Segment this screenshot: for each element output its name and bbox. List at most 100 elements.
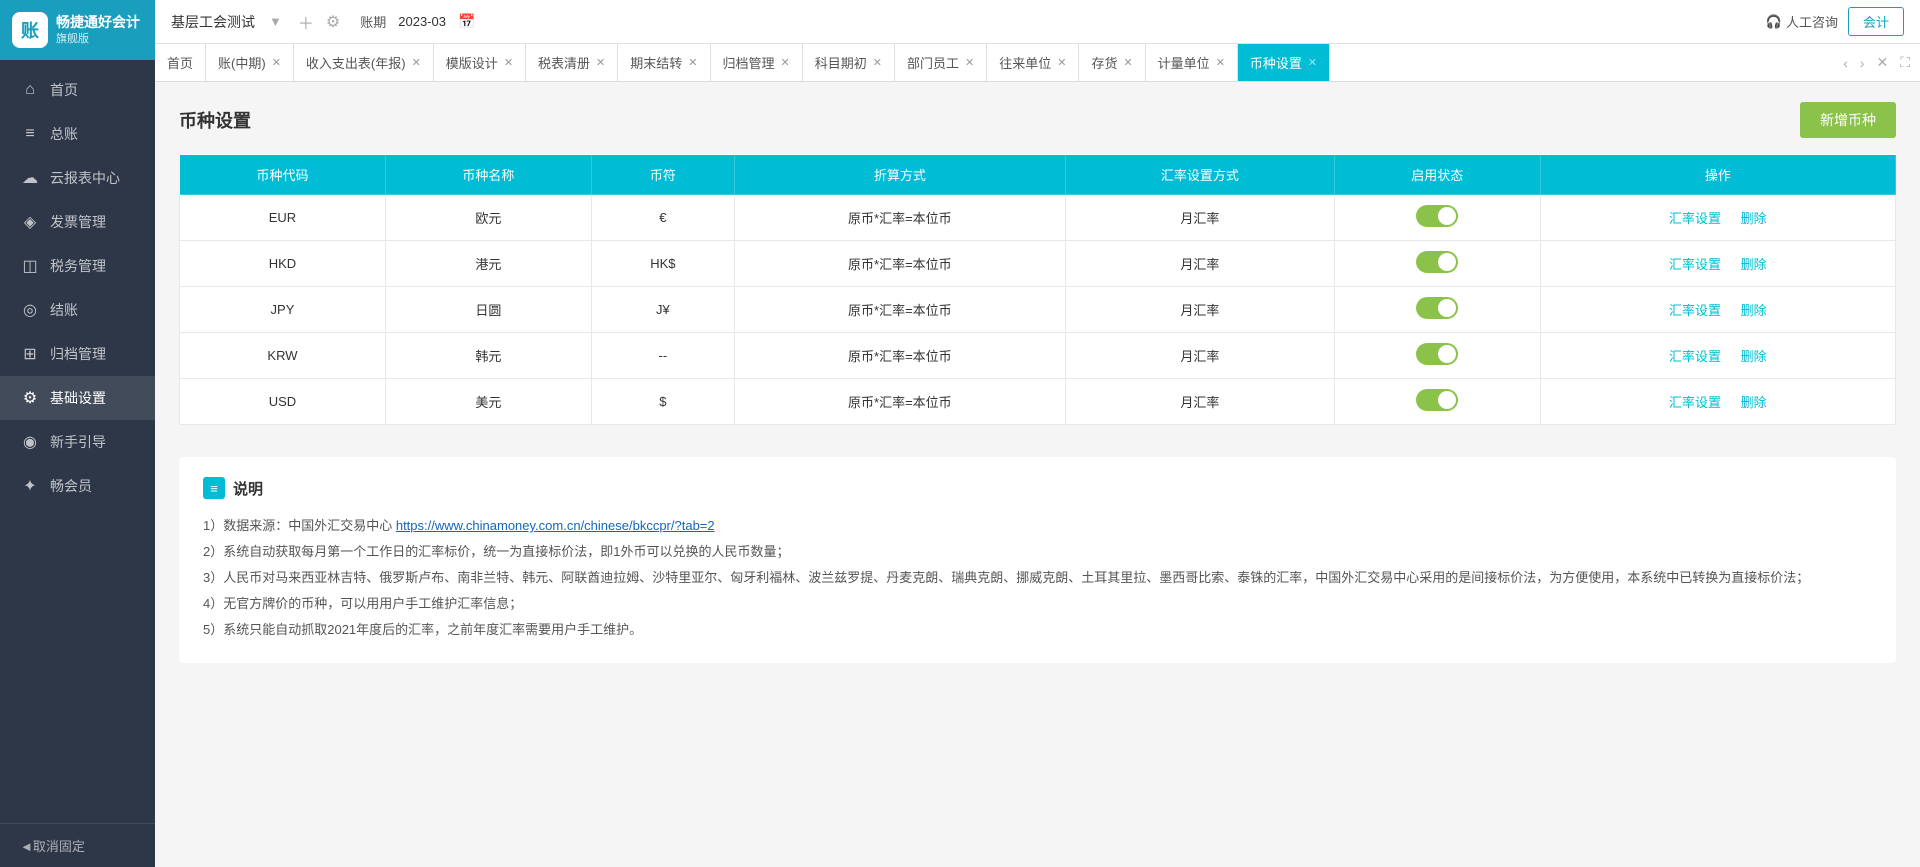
tab-inventory[interactable]: 存货 ✕ <box>1079 44 1145 82</box>
rate-setting-link[interactable]: 汇率设置 <box>1669 395 1721 410</box>
sidebar-item-tax[interactable]: ◫ 税务管理 <box>0 244 155 288</box>
tab-close-income[interactable]: ✕ <box>412 56 421 69</box>
sidebar-menu: ⌂ 首页 ≡ 总账 ☁ 云报表中心 ◈ 发票管理 ◫ 税务管理 ◎ 结账 ⊞ 归… <box>0 60 155 823</box>
tab-archive[interactable]: 归档管理 ✕ <box>711 44 803 82</box>
tab-tax[interactable]: 税表清册 ✕ <box>526 44 618 82</box>
tab-close-all-icon[interactable]: ✕ <box>1872 52 1892 73</box>
cell-status[interactable] <box>1334 379 1540 425</box>
delete-link[interactable]: 删除 <box>1741 395 1767 410</box>
tab-currency[interactable]: 币种设置 ✕ <box>1238 44 1330 82</box>
tab-close-unit[interactable]: ✕ <box>1216 56 1225 69</box>
toggle-enabled[interactable] <box>1416 297 1458 319</box>
cell-name: 欧元 <box>385 195 591 241</box>
notes-link[interactable]: https://www.chinamoney.com.cn/chinese/bk… <box>396 518 715 533</box>
sidebar-toggle-pin[interactable]: ◄取消固定 <box>0 823 155 867</box>
tab-close-period[interactable]: ✕ <box>272 56 281 69</box>
toggle-enabled[interactable] <box>1416 205 1458 227</box>
delete-link[interactable]: 删除 <box>1741 257 1767 272</box>
sidebar-item-ledger[interactable]: ≡ 总账 <box>0 112 155 156</box>
rate-setting-link[interactable]: 汇率设置 <box>1669 303 1721 318</box>
tab-close-inventory[interactable]: ✕ <box>1123 56 1132 69</box>
tab-close-tax[interactable]: ✕ <box>596 56 605 69</box>
toggle-track <box>1416 389 1458 411</box>
sidebar-item-guide[interactable]: ◉ 新手引导 <box>0 420 155 464</box>
account-button[interactable]: 会计 <box>1848 7 1904 36</box>
tab-prev-icon[interactable]: ‹ <box>1839 53 1852 73</box>
add-company-icon[interactable]: ＋ <box>298 10 314 34</box>
tab-period[interactable]: 账(中期) ✕ <box>206 44 294 82</box>
notes-icon: ≡ <box>203 477 225 499</box>
sidebar-item-member[interactable]: ✦ 畅会员 <box>0 464 155 508</box>
cell-status[interactable] <box>1334 287 1540 333</box>
support-button[interactable]: 🎧 人工咨询 <box>1766 12 1838 31</box>
toggle-enabled[interactable] <box>1416 251 1458 273</box>
sidebar-item-home[interactable]: ⌂ 首页 <box>0 68 155 112</box>
col-calc: 折算方式 <box>734 155 1065 195</box>
tab-dept[interactable]: 部门员工 ✕ <box>895 44 987 82</box>
toggle-track <box>1416 251 1458 273</box>
tab-bar: 首页 账(中期) ✕ 收入支出表(年报) ✕ 模版设计 ✕ 税表清册 ✕ 期末结… <box>155 44 1920 82</box>
page-title-row: 币种设置 新增币种 <box>179 102 1896 138</box>
delete-link[interactable]: 删除 <box>1741 303 1767 318</box>
app-logo-text: 畅捷通好会计 旗舰版 <box>56 14 140 47</box>
sidebar-logo: 账 畅捷通好会计 旗舰版 <box>0 0 155 60</box>
cell-symbol: J¥ <box>591 287 734 333</box>
settle-icon: ◎ <box>20 300 40 320</box>
tab-close-period-end[interactable]: ✕ <box>688 56 697 69</box>
cell-actions: 汇率设置 删除 <box>1540 287 1895 333</box>
tab-close-archive[interactable]: ✕ <box>781 56 790 69</box>
toggle-enabled[interactable] <box>1416 343 1458 365</box>
cell-status[interactable] <box>1334 241 1540 287</box>
tab-subject[interactable]: 科目期初 ✕ <box>803 44 895 82</box>
member-icon: ✦ <box>20 476 40 496</box>
tab-close-template[interactable]: ✕ <box>504 56 513 69</box>
rate-setting-link[interactable]: 汇率设置 <box>1669 211 1721 226</box>
tab-close-customer[interactable]: ✕ <box>1057 56 1066 69</box>
sidebar-item-settle[interactable]: ◎ 结账 <box>0 288 155 332</box>
rate-setting-link[interactable]: 汇率设置 <box>1669 257 1721 272</box>
tab-income[interactable]: 收入支出表(年报) ✕ <box>294 44 434 82</box>
cell-calc: 原币*汇率=本位币 <box>734 333 1065 379</box>
delete-link[interactable]: 删除 <box>1741 211 1767 226</box>
sidebar-item-reports[interactable]: ☁ 云报表中心 <box>0 156 155 200</box>
delete-link[interactable]: 删除 <box>1741 349 1767 364</box>
tab-expand-icon[interactable]: ⛶ <box>1896 52 1914 73</box>
toggle-enabled[interactable] <box>1416 389 1458 411</box>
cloud-icon: ☁ <box>20 168 40 188</box>
currency-table: 币种代码 币种名称 币符 折算方式 汇率设置方式 启用状态 操作 EUR 欧元 … <box>179 154 1896 425</box>
cell-actions: 汇率设置 删除 <box>1540 241 1895 287</box>
tab-customer[interactable]: 往来单位 ✕ <box>987 44 1079 82</box>
cell-status[interactable] <box>1334 195 1540 241</box>
sidebar-item-archive[interactable]: ⊞ 归档管理 <box>0 332 155 376</box>
tab-close-currency[interactable]: ✕ <box>1308 56 1317 69</box>
tab-close-subject[interactable]: ✕ <box>873 56 882 69</box>
tab-home[interactable]: 首页 <box>155 44 206 82</box>
cell-rate-type: 月汇率 <box>1065 195 1334 241</box>
tab-unit[interactable]: 计量单位 ✕ <box>1146 44 1238 82</box>
cell-symbol: $ <box>591 379 734 425</box>
rate-setting-link[interactable]: 汇率设置 <box>1669 349 1721 364</box>
cell-name: 韩元 <box>385 333 591 379</box>
content-area: 币种设置 新增币种 币种代码 币种名称 币符 折算方式 汇率设置方式 启用状态 … <box>155 82 1920 867</box>
new-currency-button[interactable]: 新增币种 <box>1800 102 1896 138</box>
sidebar-item-basic[interactable]: ⚙ 基础设置 <box>0 376 155 420</box>
notes-item: 2）系统自动获取每月第一个工作日的汇率标价，统一为直接标价法，即1外币可以兑换的… <box>203 539 1872 565</box>
invoice-icon: ◈ <box>20 212 40 232</box>
cell-status[interactable] <box>1334 333 1540 379</box>
tab-close-dept[interactable]: ✕ <box>965 56 974 69</box>
tab-next-icon[interactable]: › <box>1856 53 1869 73</box>
settings-icon[interactable]: ⚙ <box>326 12 340 32</box>
tab-period-end[interactable]: 期末结转 ✕ <box>618 44 710 82</box>
toggle-track <box>1416 343 1458 365</box>
cell-actions: 汇率设置 删除 <box>1540 379 1895 425</box>
cell-rate-type: 月汇率 <box>1065 333 1334 379</box>
sidebar-item-invoice[interactable]: ◈ 发票管理 <box>0 200 155 244</box>
company-dropdown-icon[interactable]: ▼ <box>269 14 282 29</box>
tab-template[interactable]: 模版设计 ✕ <box>434 44 526 82</box>
calendar-icon[interactable]: 📅 <box>458 13 475 30</box>
cell-rate-type: 月汇率 <box>1065 379 1334 425</box>
table-row: HKD 港元 HK$ 原币*汇率=本位币 月汇率 汇率设置 删除 <box>180 241 1896 287</box>
top-header: 基层工会测试 ▼ ＋ ⚙ 账期 2023-03 📅 🎧 人工咨询 会计 <box>155 0 1920 44</box>
notes-item: 3）人民币对马来西亚林吉特、俄罗斯卢布、南非兰特、韩元、阿联酋迪拉姆、沙特里亚尔… <box>203 565 1872 591</box>
sidebar: 账 畅捷通好会计 旗舰版 ⌂ 首页 ≡ 总账 ☁ 云报表中心 ◈ 发票管理 ◫ … <box>0 0 155 867</box>
